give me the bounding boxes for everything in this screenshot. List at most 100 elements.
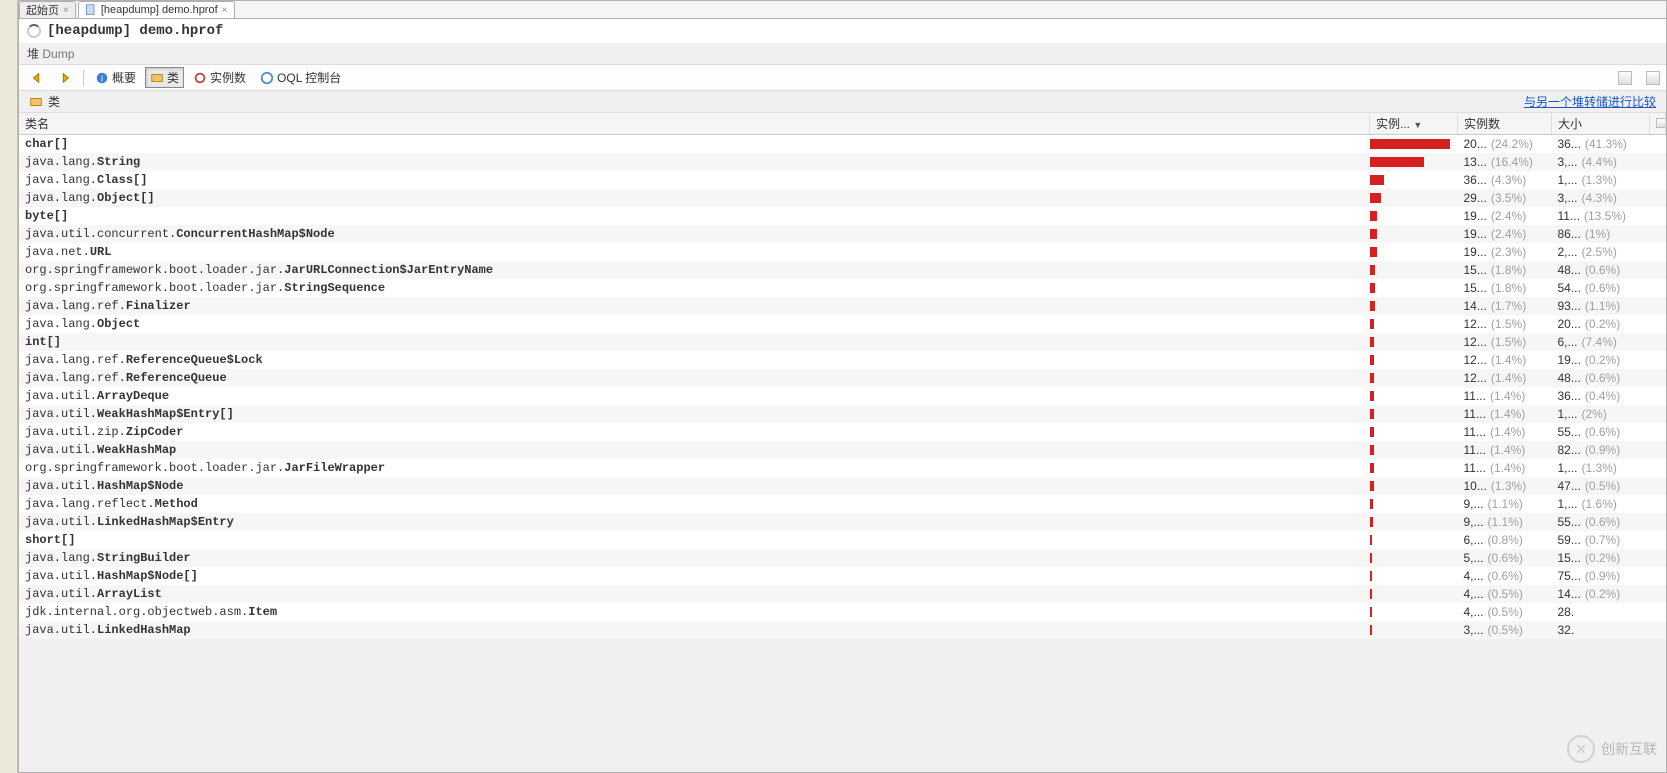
table-row[interactable]: byte[]19...(2.4%)11...(13.5%): [19, 207, 1666, 225]
toolbar-action-2[interactable]: [1646, 71, 1660, 85]
cell-bar: [1370, 225, 1458, 243]
table-row[interactable]: java.util.concurrent.ConcurrentHashMap$N…: [19, 225, 1666, 243]
cell-size: 48...(0.6%): [1552, 369, 1650, 387]
table-row[interactable]: java.net.URL19...(2.3%)2,...(2.5%): [19, 243, 1666, 261]
cell-bar: [1370, 423, 1458, 441]
cell-instances: 4,...(0.5%): [1458, 603, 1552, 621]
table-row[interactable]: java.lang.ref.ReferenceQueue12...(1.4%)4…: [19, 369, 1666, 387]
table-scroll[interactable]: 类名 实例... ▼ 实例数 大小 char[]20...(24.2%)36..…: [19, 113, 1666, 772]
table-row[interactable]: java.lang.String13...(16.4%)3,...(4.4%): [19, 153, 1666, 171]
subtitle-prefix: 堆: [27, 47, 39, 61]
cell-classname: org.springframework.boot.loader.jar.JarU…: [19, 261, 1370, 279]
cell-spacer: [1650, 135, 1666, 154]
cell-bar: [1370, 441, 1458, 459]
cell-instances: 12...(1.4%): [1458, 351, 1552, 369]
cell-spacer: [1650, 477, 1666, 495]
table-row[interactable]: java.util.zip.ZipCoder11...(1.4%)55...(0…: [19, 423, 1666, 441]
oql-button[interactable]: OQL 控制台: [255, 67, 346, 88]
toolbar-action-1[interactable]: [1618, 71, 1632, 85]
instances-button[interactable]: 实例数: [188, 67, 251, 88]
table-row[interactable]: java.util.HashMap$Node10...(1.3%)47...(0…: [19, 477, 1666, 495]
tab-strip: 起始页 × [heapdump] demo.hprof ×: [19, 1, 1666, 19]
separator: [83, 70, 84, 86]
table-row[interactable]: short[]6,...(0.8%)59...(0.7%): [19, 531, 1666, 549]
table-row[interactable]: java.util.ArrayDeque11...(1.4%)36...(0.4…: [19, 387, 1666, 405]
close-icon[interactable]: ×: [222, 5, 228, 16]
cell-size: 14...(0.2%): [1552, 585, 1650, 603]
table-row[interactable]: org.springframework.boot.loader.jar.JarF…: [19, 459, 1666, 477]
cell-instances: 20...(24.2%): [1458, 135, 1552, 154]
cell-instances: 6,...(0.8%): [1458, 531, 1552, 549]
cell-instances: 3,...(0.5%): [1458, 621, 1552, 639]
nav-back-button[interactable]: [25, 69, 49, 87]
table-row[interactable]: java.lang.Class[]36...(4.3%)1,...(1.3%): [19, 171, 1666, 189]
column-bar[interactable]: 实例... ▼: [1370, 113, 1458, 135]
table-row[interactable]: jdk.internal.org.objectweb.asm.Item4,...…: [19, 603, 1666, 621]
cell-bar: [1370, 603, 1458, 621]
classes-label: 类: [167, 69, 179, 86]
page-title: [heapdump] demo.hprof: [47, 23, 223, 39]
table-row[interactable]: java.lang.Object12...(1.5%)20...(0.2%): [19, 315, 1666, 333]
classes-button[interactable]: 类: [145, 67, 184, 88]
instances-label: 实例数: [210, 69, 246, 86]
column-corner[interactable]: [1650, 113, 1666, 135]
toolbar: i 概要 类 实例数 OQL 控制台: [19, 64, 1666, 91]
class-table: 类名 实例... ▼ 实例数 大小 char[]20...(24.2%)36..…: [19, 113, 1666, 639]
table-row[interactable]: java.util.WeakHashMap11...(1.4%)82...(0.…: [19, 441, 1666, 459]
table-row[interactable]: java.util.HashMap$Node[]4,...(0.6%)75...…: [19, 567, 1666, 585]
cell-bar: [1370, 315, 1458, 333]
cell-spacer: [1650, 495, 1666, 513]
table-row[interactable]: java.util.LinkedHashMap3,...(0.5%)32.: [19, 621, 1666, 639]
tab-start[interactable]: 起始页 ×: [19, 1, 76, 18]
cell-instances: 11...(1.4%): [1458, 441, 1552, 459]
table-row[interactable]: java.lang.ref.Finalizer14...(1.7%)93...(…: [19, 297, 1666, 315]
classes-icon: [29, 95, 43, 109]
cell-classname: java.util.HashMap$Node: [19, 477, 1370, 495]
cell-instances: 13...(16.4%): [1458, 153, 1552, 171]
table-row[interactable]: java.util.WeakHashMap$Entry[]11...(1.4%)…: [19, 405, 1666, 423]
cell-size: 48...(0.6%): [1552, 261, 1650, 279]
table-row[interactable]: java.util.LinkedHashMap$Entry9,...(1.1%)…: [19, 513, 1666, 531]
cell-bar: [1370, 171, 1458, 189]
cell-spacer: [1650, 153, 1666, 171]
cell-spacer: [1650, 441, 1666, 459]
left-gutter: [0, 0, 18, 773]
cell-instances: 19...(2.4%): [1458, 225, 1552, 243]
subhead-label: 类: [48, 93, 60, 110]
cell-classname: java.lang.StringBuilder: [19, 549, 1370, 567]
nav-forward-button[interactable]: [53, 69, 77, 87]
cell-classname: java.lang.Object: [19, 315, 1370, 333]
table-row[interactable]: char[]20...(24.2%)36...(41.3%): [19, 135, 1666, 154]
table-row[interactable]: org.springframework.boot.loader.jar.Stri…: [19, 279, 1666, 297]
cell-classname: org.springframework.boot.loader.jar.Stri…: [19, 279, 1370, 297]
table-row[interactable]: java.util.ArrayList4,...(0.5%)14...(0.2%…: [19, 585, 1666, 603]
tab-file[interactable]: [heapdump] demo.hprof ×: [78, 1, 235, 18]
close-icon[interactable]: ×: [63, 5, 69, 16]
subtitle-label: Dump: [42, 47, 74, 61]
table-row[interactable]: java.lang.StringBuilder5,...(0.6%)15...(…: [19, 549, 1666, 567]
cell-bar: [1370, 243, 1458, 261]
compare-link[interactable]: 与另一个堆转储进行比较: [1524, 93, 1656, 110]
table-row[interactable]: java.lang.reflect.Method9,...(1.1%)1,...…: [19, 495, 1666, 513]
table-row[interactable]: org.springframework.boot.loader.jar.JarU…: [19, 261, 1666, 279]
table-row[interactable]: int[]12...(1.5%)6,...(7.4%): [19, 333, 1666, 351]
cell-bar: [1370, 477, 1458, 495]
cell-size: 1,...(2%): [1552, 405, 1650, 423]
cell-bar: [1370, 189, 1458, 207]
cell-classname: java.lang.ref.Finalizer: [19, 297, 1370, 315]
cell-instances: 19...(2.4%): [1458, 207, 1552, 225]
cell-spacer: [1650, 297, 1666, 315]
cell-classname: org.springframework.boot.loader.jar.JarF…: [19, 459, 1370, 477]
overview-button[interactable]: i 概要: [90, 67, 141, 88]
tab-file-label: [heapdump] demo.hprof: [101, 4, 218, 16]
cell-size: 2,...(2.5%): [1552, 243, 1650, 261]
column-size[interactable]: 大小: [1552, 113, 1650, 135]
column-instances[interactable]: 实例数: [1458, 113, 1552, 135]
cell-bar: [1370, 351, 1458, 369]
cell-bar: [1370, 153, 1458, 171]
column-classname[interactable]: 类名: [19, 113, 1370, 135]
cell-bar: [1370, 585, 1458, 603]
table-row[interactable]: java.lang.ref.ReferenceQueue$Lock12...(1…: [19, 351, 1666, 369]
cell-spacer: [1650, 387, 1666, 405]
table-row[interactable]: java.lang.Object[]29...(3.5%)3,...(4.3%): [19, 189, 1666, 207]
